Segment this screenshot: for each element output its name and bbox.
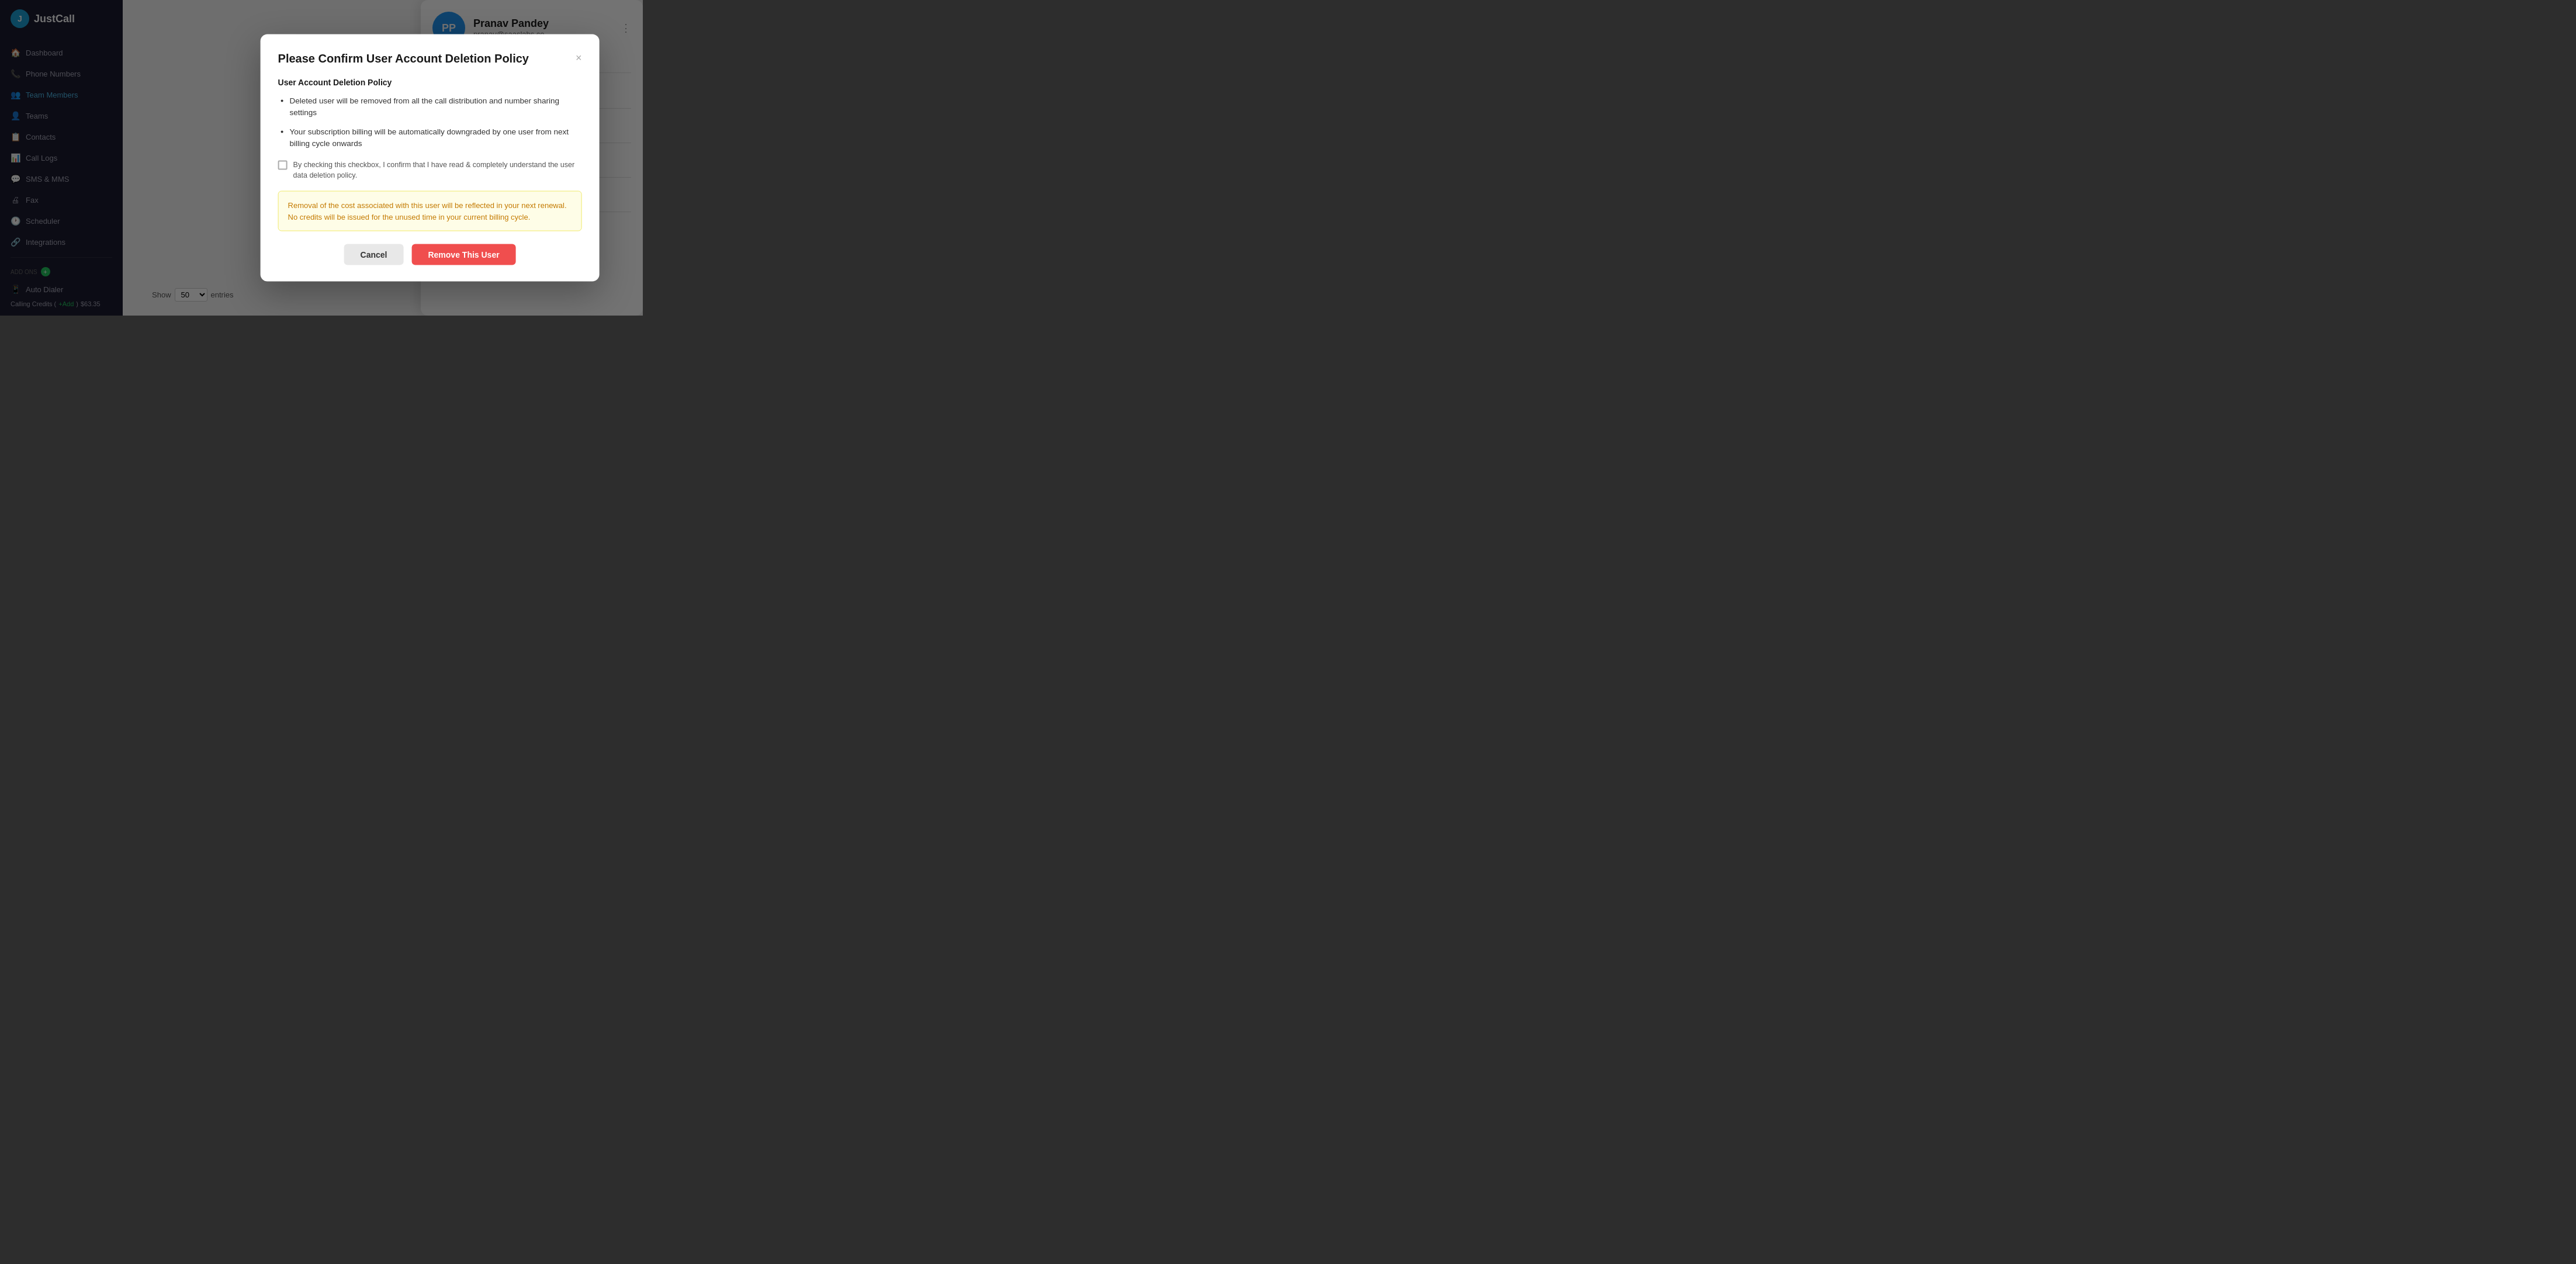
remove-user-button[interactable]: Remove This User [411,244,515,265]
policy-item-1: Deleted user will be removed from all th… [290,95,582,119]
policy-item-2: Your subscription billing will be automa… [290,126,582,150]
confirmation-checkbox[interactable] [278,161,288,170]
modal-header: Please Confirm User Account Deletion Pol… [278,51,582,66]
modal-title: Please Confirm User Account Deletion Pol… [278,51,529,66]
confirmation-text: By checking this checkbox, I confirm tha… [293,160,582,181]
warning-box: Removal of the cost associated with this… [278,191,582,231]
warning-text: Removal of the cost associated with this… [288,200,572,223]
policy-heading: User Account Deletion Policy [278,78,582,87]
modal-actions: Cancel Remove This User [278,244,582,265]
policy-list: Deleted user will be removed from all th… [278,95,582,150]
modal-close-button[interactable]: × [576,52,582,64]
cancel-button[interactable]: Cancel [344,244,404,265]
confirmation-checkbox-row: By checking this checkbox, I confirm tha… [278,160,582,181]
deletion-policy-modal: Please Confirm User Account Deletion Pol… [261,34,600,282]
